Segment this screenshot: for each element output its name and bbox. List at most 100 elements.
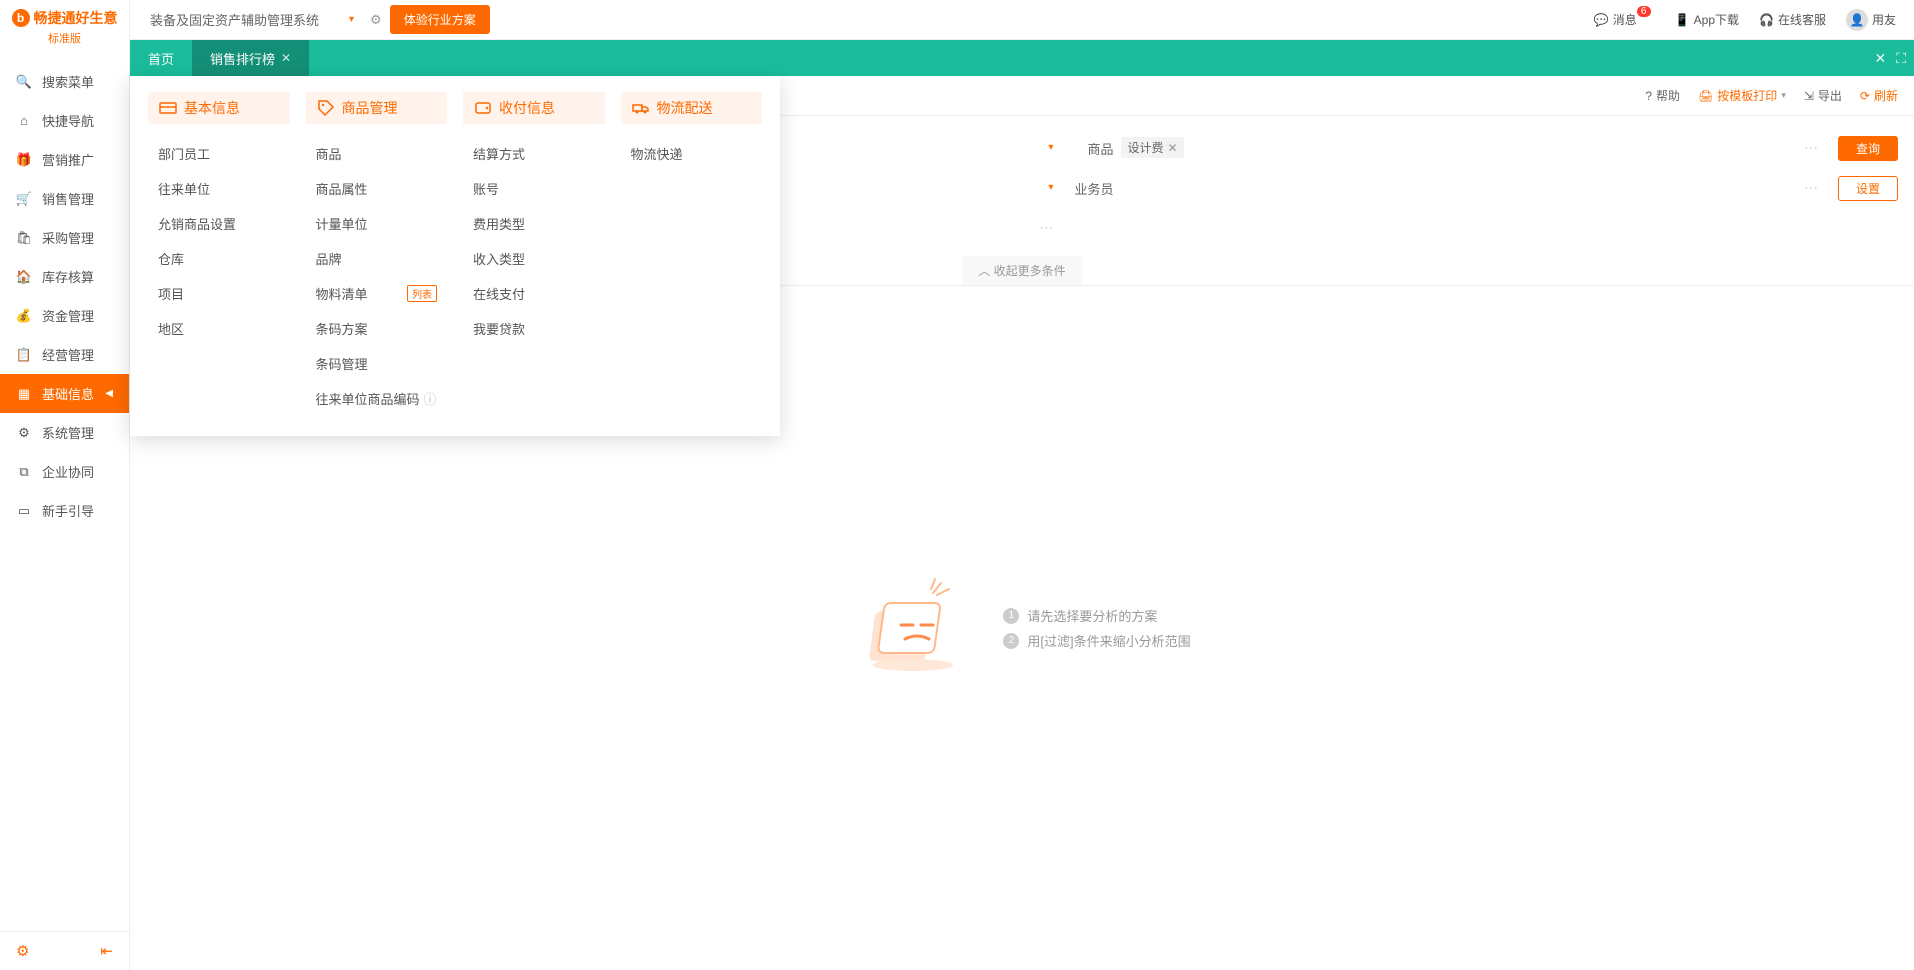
menu-contact-goods-code[interactable]: 往来单位商品编码ⓘ [306,381,448,416]
refresh-icon: ⟳ [1860,89,1870,103]
menu-col-basic: 基本信息 部门员工 往来单位 允销商品设置 仓库 项目 地区 [140,92,298,416]
query-button[interactable]: 查询 [1838,136,1898,161]
menu-barcode-mgmt[interactable]: 条码管理 [306,346,448,381]
help-icon: ? [1645,89,1652,103]
gear-icon[interactable]: ⚙ [370,12,382,28]
menu-goods-attr[interactable]: 商品属性 [306,171,448,206]
more-icon[interactable]: ⋯ [1804,139,1828,156]
nav-label: 库存核算 [42,267,94,286]
menu-income-type[interactable]: 收入类型 [463,241,605,276]
truck-icon [631,98,651,118]
nav-sales[interactable]: 🛒销售管理 [0,179,129,218]
menu-header-basic: 基本信息 [148,92,290,124]
menu-barcode-plan[interactable]: 条码方案 [306,311,448,346]
list-badge: 列表 [407,285,437,302]
menu-bom[interactable]: 物料清单列表 [306,276,448,311]
nav-search[interactable]: 🔍搜索菜单 [0,62,129,101]
filter-product-label: 商品 [1063,139,1113,158]
help-icon[interactable]: ⓘ [424,389,437,408]
menu-express[interactable]: 物流快递 [621,136,763,171]
menu-project[interactable]: 项目 [148,276,290,311]
menu-dept-staff[interactable]: 部门员工 [148,136,290,171]
nav-guide[interactable]: ▭新手引导 [0,491,129,530]
menu-col-payment: 收付信息 结算方式 账号 费用类型 收入类型 在线支付 我要贷款 [455,92,613,416]
service-link[interactable]: 🎧 在线客服 [1753,11,1832,28]
nav-finance[interactable]: 💰资金管理 [0,296,129,335]
menu-contacts[interactable]: 往来单位 [148,171,290,206]
tab-label: 销售排行榜 [210,49,275,68]
menu-brand[interactable]: 品牌 [306,241,448,276]
nav-quick[interactable]: ⌂快捷导航 [0,101,129,140]
logo: b 畅捷通好生意 标准版 [0,0,129,54]
tool-label: 帮助 [1656,87,1680,104]
nav-collab[interactable]: ⧉企业协同 [0,452,129,491]
menu-warehouse[interactable]: 仓库 [148,241,290,276]
export-link[interactable]: ⇲导出 [1804,87,1842,104]
step-number: 2 [1003,633,1019,649]
menu-settlement[interactable]: 结算方式 [463,136,605,171]
tool-label: 刷新 [1874,87,1898,104]
settings-button[interactable]: 设置 [1838,176,1898,201]
collapse-label: 收起更多条件 [994,264,1066,278]
settings-icon[interactable]: ⚙ [16,942,29,960]
menu-header-goods: 商品管理 [306,92,448,124]
more-icon[interactable]: ⋯ [1039,219,1063,236]
system-select[interactable]: 装备及固定资产辅助管理系统 ▾ [142,6,362,33]
book-icon: ▭ [16,503,32,519]
collapse-icon[interactable]: ⇤ [100,942,113,960]
chevron-down-icon: ▾ [1048,142,1063,153]
nav-inventory[interactable]: 🏠库存核算 [0,257,129,296]
menu-online-pay[interactable]: 在线支付 [463,276,605,311]
user-menu[interactable]: 👤 用友 [1840,9,1902,31]
menu-goods[interactable]: 商品 [306,136,448,171]
fullscreen-icon[interactable]: ⛶ [1896,50,1906,67]
message-badge: 6 [1637,6,1651,17]
download-label: App下载 [1694,11,1739,28]
nav-label: 采购管理 [42,228,94,247]
tabbar: 首页 销售排行榜 ✕ ✕ ⛶ [130,40,1914,76]
menu-loan[interactable]: 我要贷款 [463,311,605,346]
logo-subtitle: 标准版 [48,30,81,46]
menu-expense-type[interactable]: 费用类型 [463,206,605,241]
menu-account[interactable]: 账号 [463,171,605,206]
nav-label: 资金管理 [42,306,94,325]
refresh-link[interactable]: ⟳ 刷新 [1860,87,1898,104]
tab-home[interactable]: 首页 [130,40,192,76]
service-label: 在线客服 [1778,11,1826,28]
nav-system[interactable]: ⚙系统管理 [0,413,129,452]
nav-label: 搜索菜单 [42,72,94,91]
close-icon[interactable]: ✕ [1167,141,1177,155]
messages-label: 消息 [1613,11,1637,28]
nav-basic-info[interactable]: ▦基础信息◀ [0,374,129,413]
sidebar: b 畅捷通好生意 标准版 🔍搜索菜单 ⌂快捷导航 🎁营销推广 🛒销售管理 🛍采购… [0,0,130,970]
cart-icon: 🛒 [16,191,32,207]
help-link[interactable]: ? 帮助 [1645,87,1680,104]
menu-region[interactable]: 地区 [148,311,290,346]
mega-menu: 基本信息 部门员工 往来单位 允销商品设置 仓库 项目 地区 商品管理 商品 商… [130,76,780,436]
messages-link[interactable]: 💬 消息 6 [1588,11,1661,28]
close-icon[interactable]: ✕ [281,51,291,65]
industry-cta-button[interactable]: 体验行业方案 [390,5,490,34]
chevron-down-icon: ▾ [1048,182,1063,193]
product-tag: 设计费 ✕ [1121,137,1183,158]
message-icon: 💬 [1594,13,1609,27]
nav-business[interactable]: 📋经营管理 [0,335,129,374]
collapse-filters[interactable]: ︿ 收起更多条件 [962,256,1082,285]
tab-sales-ranking[interactable]: 销售排行榜 ✕ [192,40,309,76]
step-text: 用[过滤]条件来缩小分析范围 [1027,631,1190,650]
more-icon[interactable]: ⋯ [1804,179,1828,196]
filter-salesperson[interactable]: ⋯ [1121,174,1828,202]
chevron-down-icon: ▾ [1781,90,1786,101]
print-link[interactable]: 🖨按模板打印▾ [1698,87,1786,104]
download-link[interactable]: 📱 App下载 [1669,11,1745,28]
empty-step-2: 2 用[过滤]条件来缩小分析范围 [1003,631,1190,650]
chevron-left-icon: ◀ [105,388,113,399]
nav-marketing[interactable]: 🎁营销推广 [0,140,129,179]
menu-allow-sale[interactable]: 允销商品设置 [148,206,290,241]
filter-product[interactable]: 设计费 ✕ ⋯ [1121,134,1828,162]
menu-header-label: 商品管理 [342,98,398,118]
empty-state: 1 请先选择要分析的方案 2 用[过滤]条件来缩小分析范围 [853,573,1190,683]
close-all-icon[interactable]: ✕ [1874,50,1886,67]
nav-purchase[interactable]: 🛍采购管理 [0,218,129,257]
menu-unit[interactable]: 计量单位 [306,206,448,241]
